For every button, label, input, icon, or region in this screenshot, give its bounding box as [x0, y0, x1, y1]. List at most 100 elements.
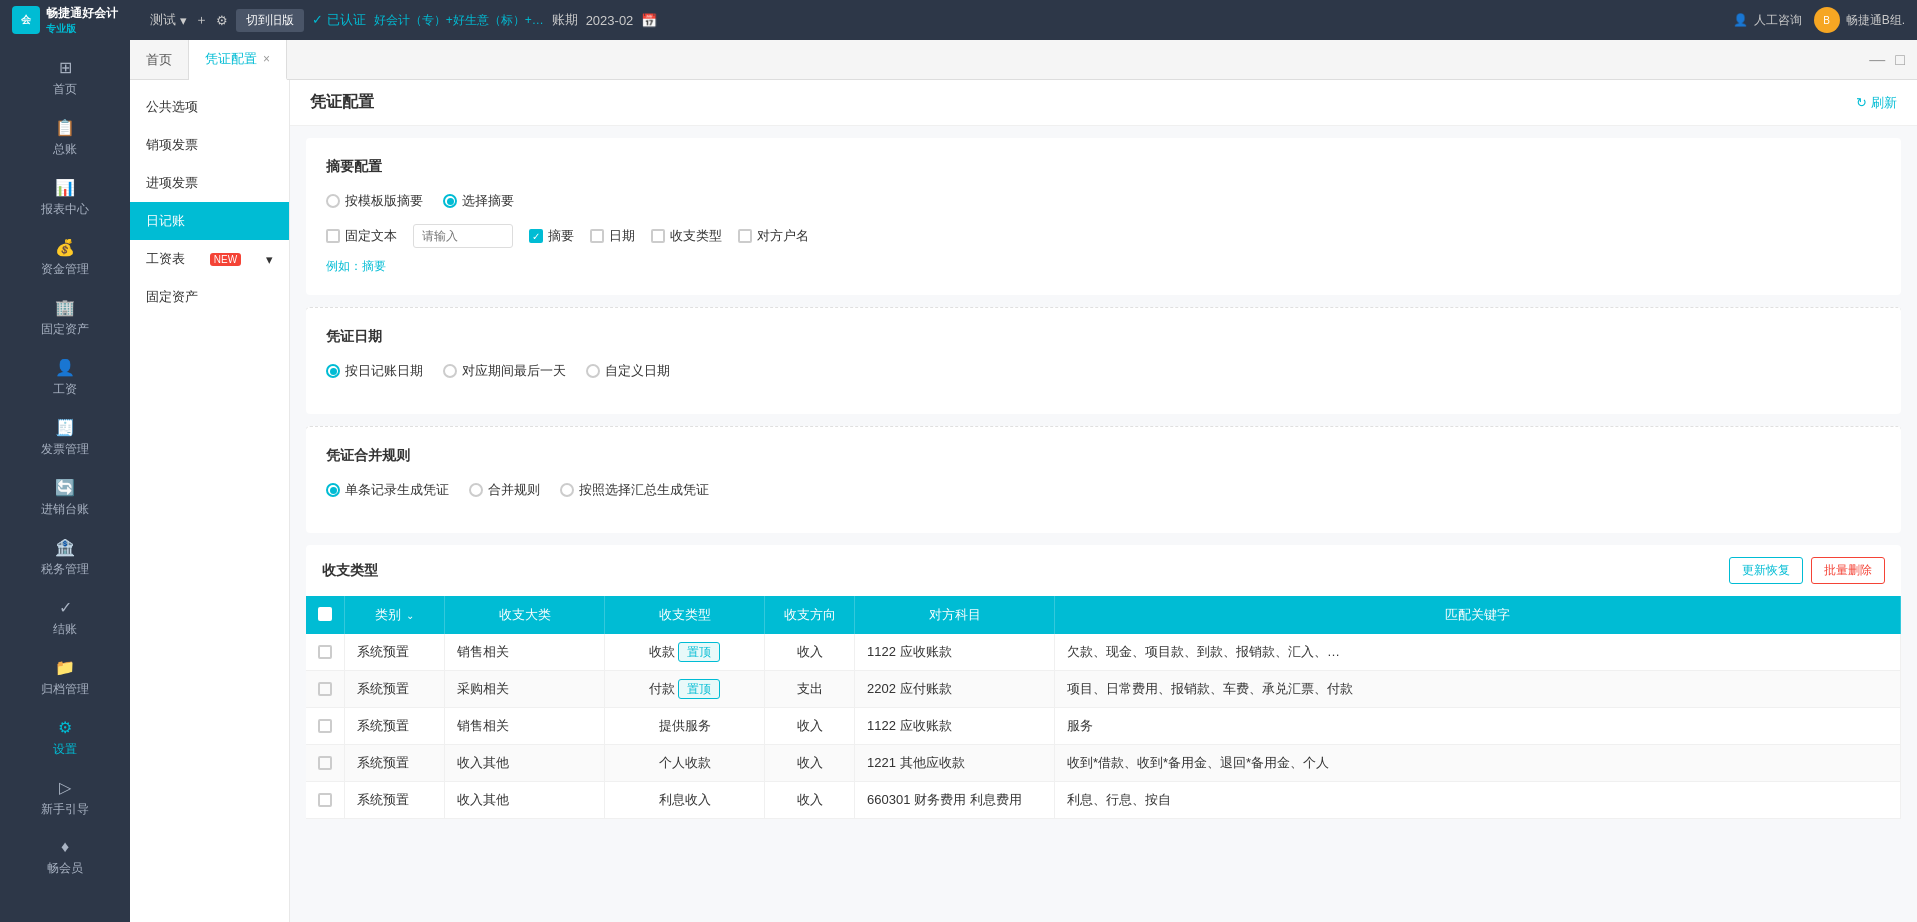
th-major: 收支大类	[445, 596, 605, 634]
checkbox-income-type[interactable]: 收支类型	[651, 227, 722, 245]
expand-icon: ▾	[266, 252, 273, 267]
sidebar-item-payroll[interactable]: 👤 工资	[0, 348, 130, 408]
row-direction: 收入	[765, 782, 855, 819]
sidebar-item-purchase-sale[interactable]: 🔄 进销台账	[0, 468, 130, 528]
sidebar-item-home[interactable]: ⊞ 首页	[0, 48, 130, 108]
invoice-icon: 🧾	[55, 418, 75, 437]
radio-journal-date[interactable]: 按日记账日期	[326, 362, 423, 380]
radio-period-last[interactable]: 对应期间最后一天	[443, 362, 566, 380]
sidebar-item-settings[interactable]: ⚙ 设置	[0, 708, 130, 768]
radio-circle-custom	[586, 364, 600, 378]
update-restore-btn[interactable]: 更新恢复	[1729, 557, 1803, 584]
left-menu-item-public[interactable]: 公共选项	[130, 88, 289, 126]
consult-btn[interactable]: 👤 人工咨询	[1733, 12, 1802, 29]
sidebar-item-general-ledger[interactable]: 📋 总账	[0, 108, 130, 168]
row-checkbox-cell[interactable]	[306, 708, 345, 745]
settings-icon[interactable]: ⚙	[216, 13, 228, 28]
batch-delete-btn[interactable]: 批量删除	[1811, 557, 1885, 584]
radio-merge-rule[interactable]: 合并规则	[469, 481, 540, 499]
user-menu[interactable]: B 畅捷通B组.	[1814, 7, 1905, 33]
type-tag-btn[interactable]: 置顶	[678, 679, 720, 699]
left-menu-item-salary-table[interactable]: 工资表 NEW ▾	[130, 240, 289, 278]
row-checkbox-cell[interactable]	[306, 782, 345, 819]
row-checkbox[interactable]	[318, 719, 332, 733]
row-checkbox-cell[interactable]	[306, 634, 345, 671]
table-title: 收支类型	[322, 562, 378, 580]
row-category: 系统预置	[345, 782, 445, 819]
row-checkbox[interactable]	[318, 682, 332, 696]
th-checkbox[interactable]	[306, 596, 345, 634]
tab-home[interactable]: 首页	[130, 40, 189, 79]
top-bar-center: 测试 ▾ ＋ ⚙ 切到旧版 ✓ 已认证 好会计（专）+好生意（标）+… 账期 2…	[150, 9, 1725, 32]
sidebar-item-label: 发票管理	[41, 441, 89, 458]
plus-icon[interactable]: ＋	[195, 11, 208, 29]
radio-template[interactable]: 按模板版摘要	[326, 192, 423, 210]
sidebar-item-report-center[interactable]: 📊 报表中心	[0, 168, 130, 228]
radio-select[interactable]: 选择摘要	[443, 192, 514, 210]
radio-circle-journal	[326, 364, 340, 378]
summary-config-section: 摘要配置 按模板版摘要 选择摘要	[306, 138, 1901, 295]
row-account: 1122 应收账款	[855, 634, 1055, 671]
checkbox-summary[interactable]: ✓ 摘要	[529, 227, 574, 245]
table-header-row: 收支类型 更新恢复 批量删除	[306, 545, 1901, 596]
product-tags: 好会计（专）+好生意（标）+…	[374, 12, 544, 29]
new-badge: NEW	[210, 253, 241, 266]
radio-single-record[interactable]: 单条记录生成凭证	[326, 481, 449, 499]
row-checkbox-cell[interactable]	[306, 671, 345, 708]
summary-config-title: 摘要配置	[326, 158, 1881, 176]
minimize-btn[interactable]: —	[1869, 51, 1885, 69]
row-checkbox[interactable]	[318, 645, 332, 659]
sort-icon[interactable]: ⌄	[406, 610, 414, 621]
sidebar-item-label: 归档管理	[41, 681, 89, 698]
checkbox-date[interactable]: 日期	[590, 227, 635, 245]
table-row: 系统预置 销售相关 收款 置顶 收入 1122 应收账款 欠款、现金、项目款、到…	[306, 634, 1901, 671]
type-tag-btn[interactable]: 置顶	[678, 642, 720, 662]
radio-custom-date[interactable]: 自定义日期	[586, 362, 670, 380]
radio-summary-generate[interactable]: 按照选择汇总生成凭证	[560, 481, 709, 499]
sidebar-item-label: 税务管理	[41, 561, 89, 578]
switch-old-btn[interactable]: 切到旧版	[236, 9, 304, 32]
sidebar-item-label: 首页	[53, 81, 77, 98]
checkbox-opposite-account[interactable]: 对方户名	[738, 227, 809, 245]
row-checkbox[interactable]	[318, 793, 332, 807]
th-keyword: 匹配关键字	[1055, 596, 1901, 634]
row-checkbox[interactable]	[318, 756, 332, 770]
checkbox-fixed-text[interactable]: 固定文本	[326, 227, 397, 245]
page-title: 凭证配置	[310, 92, 374, 113]
fixed-text-input[interactable]	[413, 224, 513, 248]
left-menu-item-fixed-assets[interactable]: 固定资产	[130, 278, 289, 316]
fixed-assets-icon: 🏢	[55, 298, 75, 317]
sidebar-item-settle[interactable]: ✓ 结账	[0, 588, 130, 648]
app-logo: 会 畅捷通好会计 专业版	[12, 5, 142, 36]
radio-circle-single	[326, 483, 340, 497]
tab-close-icon[interactable]: ×	[263, 52, 270, 66]
sidebar-item-fund-mgmt[interactable]: 💰 资金管理	[0, 228, 130, 288]
left-menu-item-journal[interactable]: 日记账	[130, 202, 289, 240]
sidebar-item-new-guide[interactable]: ▷ 新手引导	[0, 768, 130, 828]
left-menu-item-sales-invoice[interactable]: 销项发票	[130, 126, 289, 164]
row-category: 系统预置	[345, 634, 445, 671]
checkbox-box-income-type	[651, 229, 665, 243]
avatar: B	[1814, 7, 1840, 33]
master-checkbox[interactable]	[318, 607, 332, 621]
checkbox-row: 固定文本 ✓ 摘要 日期 收支类型	[326, 224, 1881, 248]
left-menu: 公共选项 销项发票 进项发票 日记账 工资表 NEW ▾ 固定资产	[130, 80, 290, 922]
sidebar-item-tax-mgmt[interactable]: 🏦 税务管理	[0, 528, 130, 588]
sidebar-item-fixed-assets[interactable]: 🏢 固定资产	[0, 288, 130, 348]
company-dropdown[interactable]: 测试 ▾	[150, 11, 187, 29]
row-direction: 支出	[765, 671, 855, 708]
table-body: 系统预置 销售相关 收款 置顶 收入 1122 应收账款 欠款、现金、项目款、到…	[306, 634, 1901, 819]
calendar-icon[interactable]: 📅	[641, 13, 657, 28]
tab-voucher-config[interactable]: 凭证配置 ×	[189, 40, 287, 80]
sidebar-item-member[interactable]: ♦ 畅会员	[0, 828, 130, 887]
sidebar-item-label: 进销台账	[41, 501, 89, 518]
refresh-btn[interactable]: ↻ 刷新	[1856, 94, 1897, 112]
merge-radio-group: 单条记录生成凭证 合并规则 按照选择汇总生成凭证	[326, 481, 1881, 499]
maximize-btn[interactable]: □	[1895, 51, 1905, 69]
row-keyword: 欠款、现金、项目款、到款、报销款、汇入、…	[1055, 634, 1901, 671]
row-checkbox-cell[interactable]	[306, 745, 345, 782]
row-type: 付款 置顶	[605, 671, 765, 708]
left-menu-item-purchase-invoice[interactable]: 进项发票	[130, 164, 289, 202]
sidebar-item-invoice-mgmt[interactable]: 🧾 发票管理	[0, 408, 130, 468]
sidebar-item-archive-mgmt[interactable]: 📁 归档管理	[0, 648, 130, 708]
